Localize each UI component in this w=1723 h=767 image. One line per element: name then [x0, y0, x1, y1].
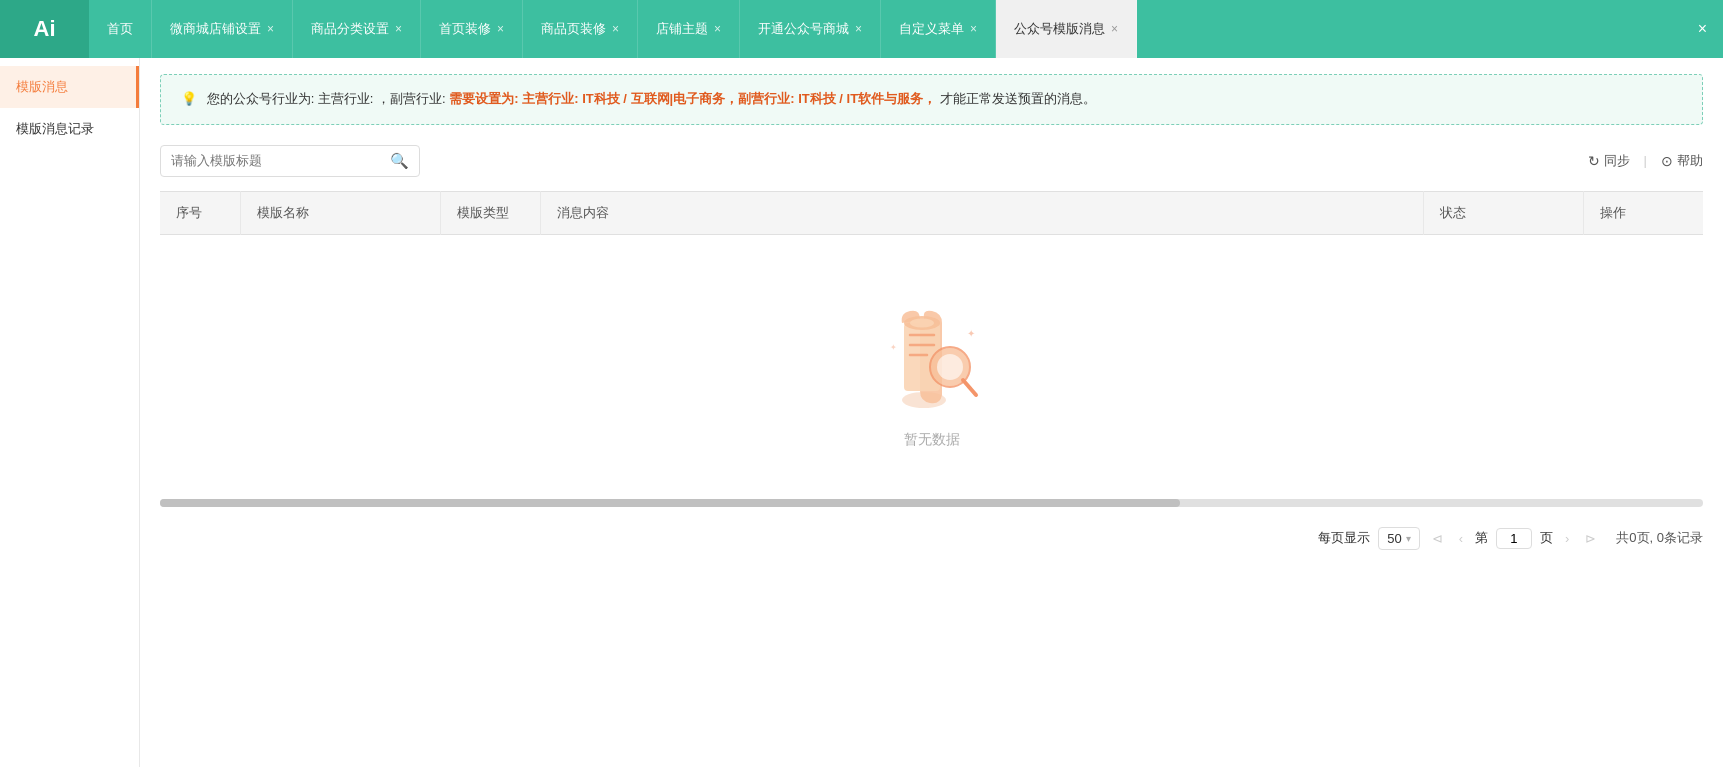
col-header-type: 模版类型 — [440, 191, 540, 234]
nav-tab-micro-store-label: 微商城店铺设置 — [170, 20, 261, 38]
page-size-selector[interactable]: 50 ▾ — [1378, 527, 1419, 550]
sidebar-item-template-record[interactable]: 模版消息记录 — [0, 108, 139, 150]
svg-text:✦: ✦ — [890, 343, 897, 352]
search-input-wrap: 🔍 — [160, 145, 420, 177]
col-header-content: 消息内容 — [540, 191, 1423, 234]
page-suffix: 页 — [1540, 529, 1553, 547]
svg-point-6 — [910, 318, 934, 327]
nav-tab-product-category-close[interactable]: × — [395, 23, 402, 35]
nav-tab-store-theme-label: 店铺主题 — [656, 20, 708, 38]
col-header-index: 序号 — [160, 191, 240, 234]
nav-tab-product-category[interactable]: 商品分类设置 × — [293, 0, 421, 58]
nav-tab-open-mall[interactable]: 开通公众号商城 × — [740, 0, 881, 58]
nav-tab-template-msg[interactable]: 公众号模版消息 × — [996, 0, 1137, 58]
page-number-input[interactable] — [1496, 528, 1532, 549]
nav-tab-store-theme-close[interactable]: × — [714, 23, 721, 35]
sync-label: 同步 — [1604, 152, 1630, 170]
page-size-value: 50 — [1387, 531, 1401, 546]
page-size-label: 每页显示 — [1318, 529, 1370, 547]
col-header-action: 操作 — [1583, 191, 1703, 234]
empty-state: ✦ ✦ 暂无数据 — [160, 235, 1703, 489]
sync-button[interactable]: ↻ 同步 — [1588, 152, 1630, 170]
nav-tab-product-decor-close[interactable]: × — [612, 23, 619, 35]
col-header-name: 模版名称 — [240, 191, 440, 234]
notice-prefix: 您的公众号行业为: 主营行业: ，副营行业: — [207, 91, 446, 106]
nav-tab-micro-store-close[interactable]: × — [267, 23, 274, 35]
search-button[interactable]: 🔍 — [390, 152, 409, 170]
search-input[interactable] — [171, 153, 386, 168]
notice-banner: 💡 您的公众号行业为: 主营行业: ，副营行业: 需要设置为: 主营行业: IT… — [160, 74, 1703, 125]
horizontal-scrollbar[interactable] — [160, 499, 1703, 507]
nav-tab-open-mall-label: 开通公众号商城 — [758, 20, 849, 38]
last-page-button[interactable]: ⊳ — [1581, 529, 1600, 548]
nav-tab-product-decor[interactable]: 商品页装修 × — [523, 0, 638, 58]
nav-tab-home[interactable]: 首页 — [89, 0, 152, 58]
main-layout: 模版消息 模版消息记录 💡 您的公众号行业为: 主营行业: ，副营行业: 需要设… — [0, 58, 1723, 767]
search-bar: 🔍 ↻ 同步 | ⊙ 帮助 — [160, 145, 1703, 177]
sidebar-item-template-msg[interactable]: 模版消息 — [0, 66, 139, 108]
table-header-row: 序号 模版名称 模版类型 消息内容 状态 操作 — [160, 191, 1703, 234]
nav-tab-home-decor-close[interactable]: × — [497, 23, 504, 35]
data-table: 序号 模版名称 模版类型 消息内容 状态 操作 — [160, 191, 1703, 235]
notice-icon: 💡 — [181, 91, 197, 106]
help-label: 帮助 — [1677, 152, 1703, 170]
nav-tab-template-msg-close[interactable]: × — [1111, 23, 1118, 35]
search-actions: ↻ 同步 | ⊙ 帮助 — [1588, 152, 1703, 170]
col-header-status: 状态 — [1423, 191, 1583, 234]
empty-illustration: ✦ ✦ — [872, 295, 992, 415]
svg-text:✦: ✦ — [967, 328, 975, 339]
scrollbar-thumb[interactable] — [160, 499, 1180, 507]
prev-page-button[interactable]: ‹ — [1455, 529, 1467, 548]
first-page-button[interactable]: ⊲ — [1428, 529, 1447, 548]
nav-tab-product-category-label: 商品分类设置 — [311, 20, 389, 38]
content-area: 💡 您的公众号行业为: 主营行业: ，副营行业: 需要设置为: 主营行业: IT… — [140, 58, 1723, 767]
nav-tab-product-decor-label: 商品页装修 — [541, 20, 606, 38]
sync-icon: ↻ — [1588, 153, 1600, 169]
pagination: 每页显示 50 ▾ ⊲ ‹ 第 页 › ⊳ 共0页, 0条记录 — [160, 517, 1703, 554]
nav-tab-home-decor[interactable]: 首页装修 × — [421, 0, 523, 58]
nav-tab-custom-menu-close[interactable]: × — [970, 23, 977, 35]
notice-highlight: 需要设置为: 主营行业: IT科技 / 互联网|电子商务，副营行业: IT科技 … — [449, 91, 936, 106]
app-logo: Ai — [0, 0, 89, 58]
svg-point-8 — [937, 354, 963, 380]
nav-tab-custom-menu-label: 自定义菜单 — [899, 20, 964, 38]
total-info: 共0页, 0条记录 — [1616, 529, 1703, 547]
nav-tab-home-label: 首页 — [107, 20, 133, 38]
nav-tab-open-mall-close[interactable]: × — [855, 23, 862, 35]
nav-tab-home-decor-label: 首页装修 — [439, 20, 491, 38]
nav-tab-custom-menu[interactable]: 自定义菜单 × — [881, 0, 996, 58]
nav-tab-micro-store[interactable]: 微商城店铺设置 × — [152, 0, 293, 58]
help-icon: ⊙ — [1661, 153, 1673, 169]
page-prefix: 第 — [1475, 529, 1488, 547]
empty-text: 暂无数据 — [904, 431, 960, 449]
close-all-button[interactable]: × — [1682, 0, 1723, 58]
sidebar: 模版消息 模版消息记录 — [0, 58, 140, 767]
nav-tabs: 首页 微商城店铺设置 × 商品分类设置 × 首页装修 × 商品页装修 × 店铺主… — [89, 0, 1682, 58]
nav-tab-template-msg-label: 公众号模版消息 — [1014, 20, 1105, 38]
next-page-button[interactable]: › — [1561, 529, 1573, 548]
page-size-dropdown-icon: ▾ — [1406, 533, 1411, 544]
divider: | — [1644, 153, 1647, 168]
help-button[interactable]: ⊙ 帮助 — [1661, 152, 1703, 170]
notice-suffix: 才能正常发送预置的消息。 — [940, 91, 1096, 106]
top-navigation: Ai 首页 微商城店铺设置 × 商品分类设置 × 首页装修 × 商品页装修 × … — [0, 0, 1723, 58]
nav-tab-store-theme[interactable]: 店铺主题 × — [638, 0, 740, 58]
svg-line-9 — [963, 380, 976, 395]
